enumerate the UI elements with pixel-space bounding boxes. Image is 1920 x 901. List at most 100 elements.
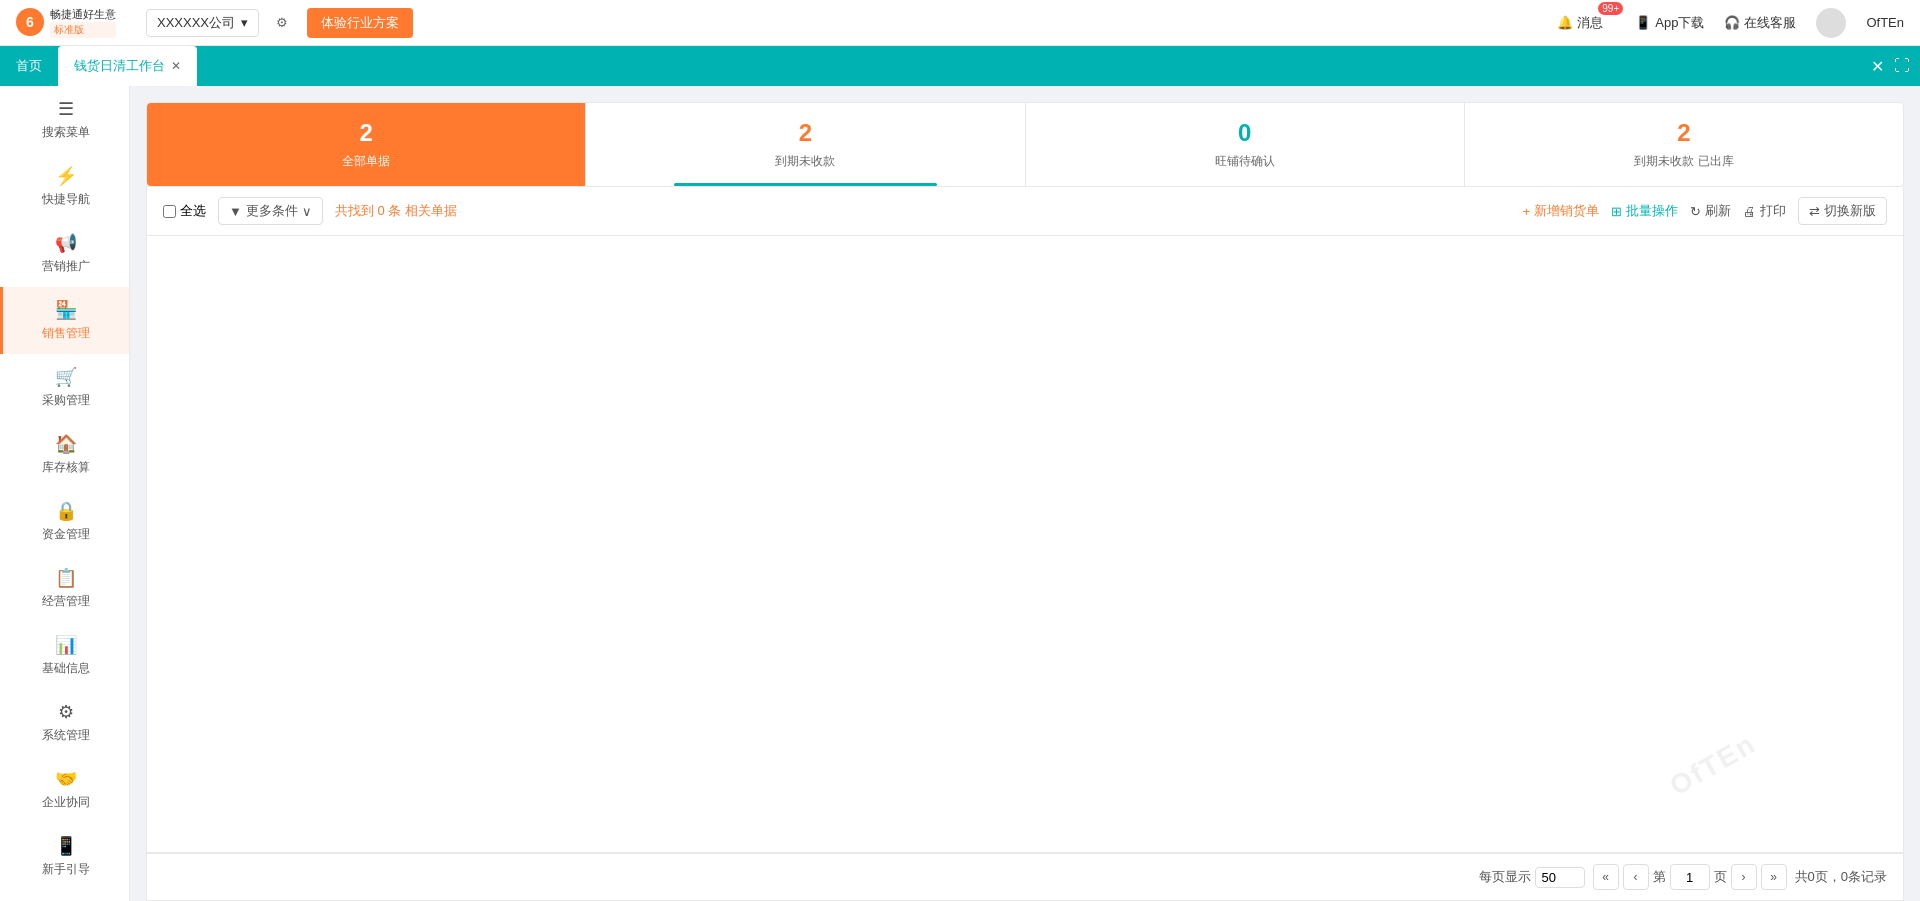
- chevron-down-icon: ∨: [302, 204, 312, 219]
- sidebar-label-sales-mgmt: 销售管理: [42, 325, 90, 342]
- experience-button[interactable]: 体验行业方案: [307, 8, 413, 38]
- page-size-label: 每页显示: [1479, 868, 1531, 886]
- sidebar-item-marketing[interactable]: 📢 营销推广: [0, 220, 129, 287]
- filter-icon: ▼: [229, 204, 242, 219]
- batch-operation-button[interactable]: ⊞ 批量操作: [1611, 202, 1678, 220]
- print-label: 打印: [1760, 202, 1786, 220]
- select-all-label: 全选: [180, 202, 206, 220]
- sidebar-item-app-center[interactable]: 📦 应用中心: [0, 890, 129, 901]
- filter-button[interactable]: ▼ 更多条件 ∨: [218, 197, 323, 225]
- sidebar-label-enterprise-coop: 企业协同: [42, 794, 90, 811]
- sidebar-item-quick-nav[interactable]: ⚡ 快捷导航: [0, 153, 129, 220]
- select-all-checkbox[interactable]: 全选: [163, 202, 206, 220]
- select-all-input[interactable]: [163, 205, 176, 218]
- user-name-label: OfTEn: [1866, 15, 1904, 30]
- first-page-icon: «: [1602, 870, 1609, 884]
- stat-card-all-orders[interactable]: 2 全部单据: [147, 103, 586, 186]
- refresh-label: 刷新: [1705, 202, 1731, 220]
- tab-home-label: 首页: [16, 57, 42, 75]
- sidebar-item-capital-mgmt[interactable]: 🔒 资金管理: [0, 488, 129, 555]
- page-size-selector: 每页显示 10 20 50 100: [1479, 867, 1585, 888]
- search-menu-icon: ☰: [58, 98, 74, 120]
- last-page-button[interactable]: »: [1761, 864, 1787, 890]
- mobile-icon: 📱: [1635, 15, 1651, 30]
- next-page-button[interactable]: ›: [1731, 864, 1757, 890]
- notification-label: 消息: [1577, 14, 1603, 32]
- online-service-label: 在线客服: [1744, 14, 1796, 32]
- logo-area: 6 畅捷通好生意 标准版: [16, 7, 146, 37]
- switch-label: 切换新版: [1824, 202, 1876, 220]
- tab-bar: 首页 钱货日清工作台 ✕ ✕ ⛶: [0, 46, 1920, 86]
- tab-bar-actions: ✕ ⛶: [1871, 57, 1920, 76]
- sales-icon: 🏪: [55, 299, 77, 321]
- sidebar-item-operations-mgmt[interactable]: 📋 经营管理: [0, 555, 129, 622]
- operations-icon: 📋: [55, 567, 77, 589]
- batch-btn-label: 批量操作: [1626, 202, 1678, 220]
- top-header: 6 畅捷通好生意 标准版 XXXXXX公司 ▾ ⚙ 体验行业方案 🔔 消息 99…: [0, 0, 1920, 46]
- stat-card-overdue-unshipped[interactable]: 2 到期未收款 已出库: [1465, 103, 1903, 186]
- sidebar-item-basic-info[interactable]: 📊 基础信息: [0, 622, 129, 689]
- sidebar-label-basic-info: 基础信息: [42, 660, 90, 677]
- sidebar-label-inventory: 库存核算: [42, 459, 90, 476]
- first-page-button[interactable]: «: [1593, 864, 1619, 890]
- tab-home[interactable]: 首页: [0, 46, 58, 86]
- stat-label-all-orders: 全部单据: [342, 153, 390, 170]
- stat-card-overdue-unpaid[interactable]: 2 到期未收款: [586, 103, 1025, 186]
- refresh-button[interactable]: ↻ 刷新: [1690, 202, 1731, 220]
- logo-name: 畅捷通好生意: [50, 7, 116, 21]
- sidebar-item-inventory[interactable]: 🏠 库存核算: [0, 421, 129, 488]
- prev-page-button[interactable]: ‹: [1623, 864, 1649, 890]
- enterprise-coop-icon: 🤝: [55, 768, 77, 790]
- app-download-button[interactable]: 📱 App下载: [1635, 14, 1704, 32]
- tab-maximize-icon[interactable]: ⛶: [1894, 57, 1910, 75]
- online-service-button[interactable]: 🎧 在线客服: [1724, 14, 1796, 32]
- tab-close-icon[interactable]: ✕: [171, 59, 181, 73]
- found-prefix: 共找到: [335, 203, 374, 218]
- logo-icon: 6: [16, 8, 44, 36]
- page-size-select[interactable]: 10 20 50 100: [1535, 867, 1585, 888]
- sidebar: ☰ 搜索菜单 ⚡ 快捷导航 📢 营销推广 🏪 销售管理 🛒 采购管理 🏠 库存核…: [0, 86, 130, 901]
- sidebar-item-beginner-guide[interactable]: 📱 新手引导: [0, 823, 129, 890]
- sidebar-label-operations-mgmt: 经营管理: [42, 593, 90, 610]
- refresh-icon: ↻: [1690, 204, 1701, 219]
- stat-underline: [674, 183, 937, 186]
- switch-version-button[interactable]: ⇄ 切换新版: [1798, 197, 1887, 225]
- print-icon: 🖨: [1743, 204, 1756, 219]
- add-btn-label: 新增销货单: [1534, 202, 1599, 220]
- sidebar-label-search-menu: 搜索菜单: [42, 124, 90, 141]
- stat-number-overdue-unpaid: 2: [799, 119, 812, 147]
- toolbar: 全选 ▼ 更多条件 ∨ 共找到 0 条 相关单据 + 新增销货单 ⊞: [146, 187, 1904, 236]
- found-suffix: 相关单据: [405, 203, 457, 218]
- app-download-label: App下载: [1655, 14, 1704, 32]
- purchase-icon: 🛒: [55, 366, 77, 388]
- sidebar-label-purchase-mgmt: 采购管理: [42, 392, 90, 409]
- table-area: [146, 236, 1904, 853]
- main-layout: ☰ 搜索菜单 ⚡ 快捷导航 📢 营销推广 🏪 销售管理 🛒 采购管理 🏠 库存核…: [0, 86, 1920, 901]
- beginner-guide-icon: 📱: [55, 835, 77, 857]
- next-page-icon: ›: [1742, 870, 1746, 884]
- sidebar-item-purchase-mgmt[interactable]: 🛒 采购管理: [0, 354, 129, 421]
- settings-button[interactable]: ⚙: [267, 8, 297, 38]
- tab-cashflow[interactable]: 钱货日清工作台 ✕: [58, 46, 197, 86]
- company-selector[interactable]: XXXXXX公司 ▾: [146, 9, 259, 37]
- add-order-button[interactable]: + 新增销货单: [1522, 202, 1599, 220]
- user-avatar[interactable]: [1816, 8, 1846, 38]
- switch-icon: ⇄: [1809, 204, 1820, 219]
- basic-info-icon: 📊: [55, 634, 77, 656]
- stat-label-overdue-unpaid: 到期未收款: [775, 153, 835, 170]
- last-page-icon: »: [1770, 870, 1777, 884]
- marketing-icon: 📢: [55, 232, 77, 254]
- notification-button[interactable]: 🔔 消息 99+: [1553, 10, 1615, 36]
- page-prefix: 第: [1653, 868, 1666, 886]
- headset-icon: 🎧: [1724, 15, 1740, 30]
- sidebar-item-search-menu[interactable]: ☰ 搜索菜单: [0, 86, 129, 153]
- sidebar-item-system-mgmt[interactable]: ⚙ 系统管理: [0, 689, 129, 756]
- tab-close-window-icon[interactable]: ✕: [1871, 57, 1884, 76]
- page-number-input[interactable]: [1670, 864, 1710, 890]
- page-navigation: « ‹ 第 页 › »: [1593, 864, 1787, 890]
- sidebar-item-sales-mgmt[interactable]: 🏪 销售管理: [0, 287, 129, 354]
- stat-card-wangpu-confirm[interactable]: 0 旺铺待确认: [1026, 103, 1465, 186]
- print-button[interactable]: 🖨 打印: [1743, 202, 1786, 220]
- sidebar-item-enterprise-coop[interactable]: 🤝 企业协同: [0, 756, 129, 823]
- system-icon: ⚙: [58, 701, 74, 723]
